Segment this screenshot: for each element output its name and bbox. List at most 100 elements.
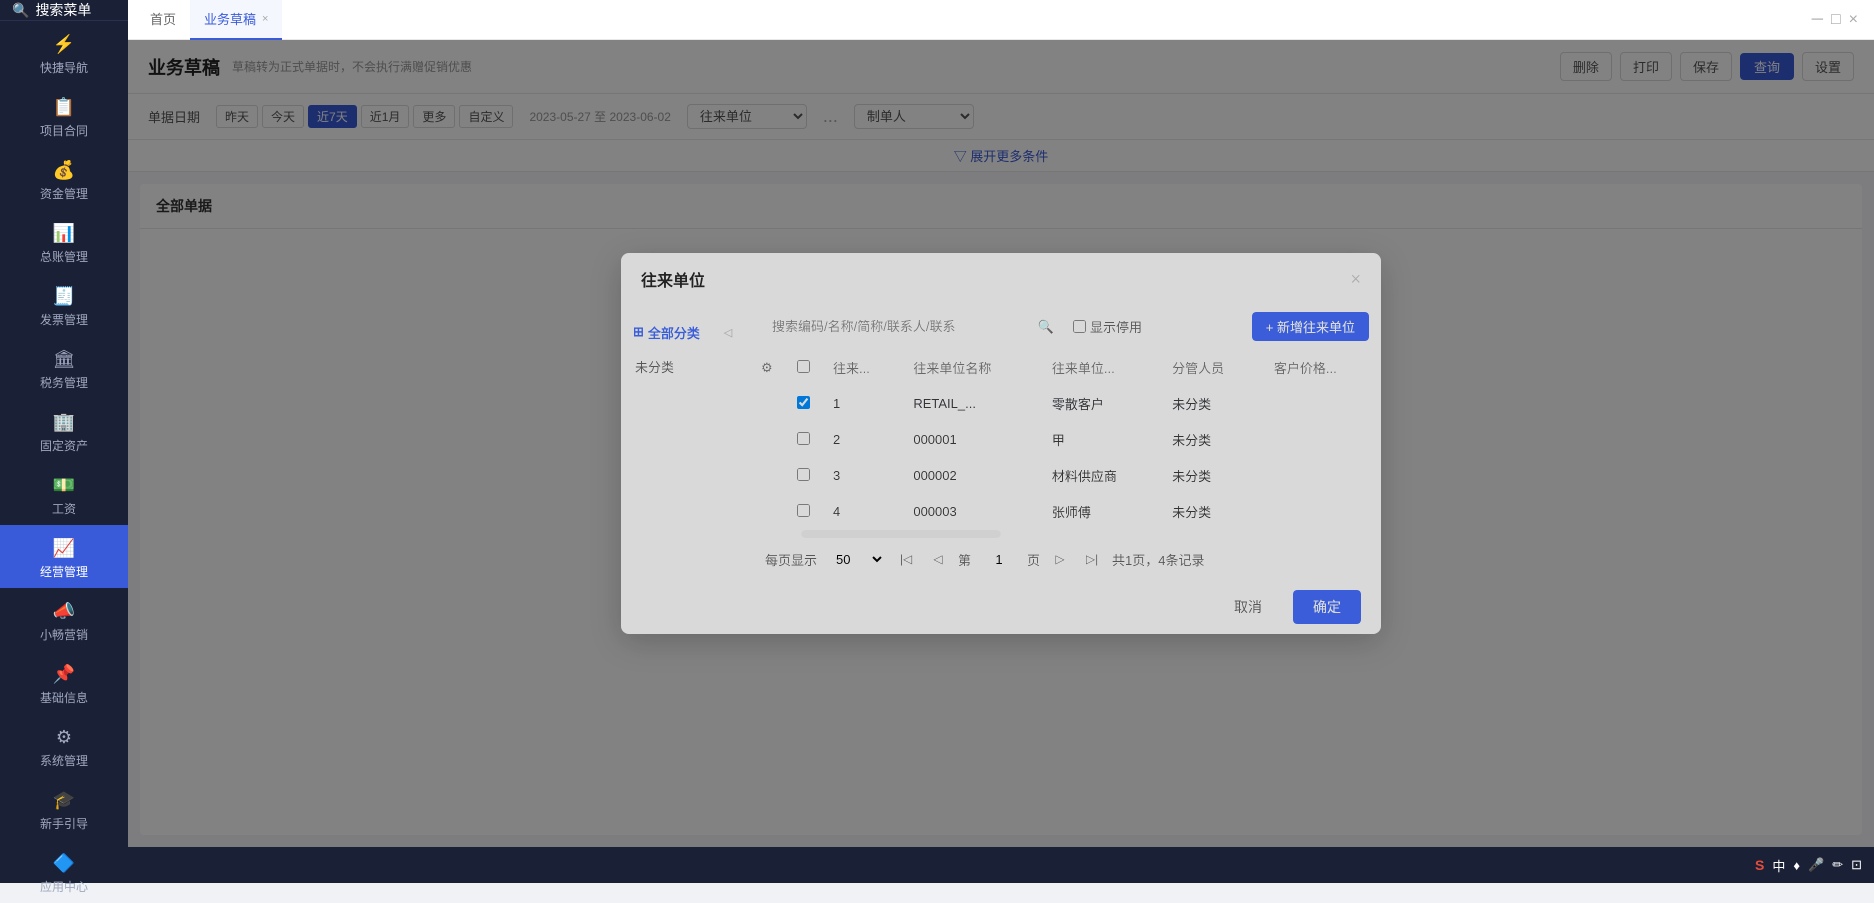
table-row[interactable]: 4 000003 张师傅 未分类 xyxy=(751,494,1381,530)
modal-main: 🔍 显示停用 + 新增往来单位 xyxy=(751,304,1381,579)
window-minimize-btn[interactable]: ─ xyxy=(1812,11,1823,29)
sidebar-search[interactable]: 🔍 搜索菜单 xyxy=(0,0,128,21)
col-checkbox-header[interactable] xyxy=(787,350,823,386)
table-row[interactable]: 1 RETAIL_... 零散客户 未分类 xyxy=(751,386,1381,422)
taskbar-item-4[interactable]: ✏ xyxy=(1832,857,1843,873)
row-3-no: 3 xyxy=(823,458,903,494)
row-1-settings xyxy=(751,386,787,422)
modal-header: 往来单位 × xyxy=(621,253,1381,304)
sidebar-item-assets[interactable]: 🏢 固定资产 xyxy=(0,399,128,462)
tab-draft[interactable]: 业务草稿 × xyxy=(190,0,282,40)
row-checkbox[interactable] xyxy=(797,432,810,445)
page-first-button[interactable]: |◁ xyxy=(894,547,918,571)
page-prev-button[interactable]: ◁ xyxy=(926,547,950,571)
taskbar-item-3[interactable]: 🎤 xyxy=(1808,857,1824,873)
page-next-button[interactable]: ▷ xyxy=(1048,547,1072,571)
add-partner-button[interactable]: + 新增往来单位 xyxy=(1252,312,1369,341)
sidebar-item-label: 项目合同 xyxy=(40,122,88,139)
system-icon: ⚙ xyxy=(53,726,75,748)
taskbar-item-5[interactable]: ⊡ xyxy=(1851,857,1862,873)
tab-home[interactable]: 首页 xyxy=(136,0,190,40)
sidebar-item-payroll[interactable]: 💵 工资 xyxy=(0,462,128,525)
sidebar-item-marketing[interactable]: 📣 小畅营销 xyxy=(0,588,128,651)
sidebar-item-label: 小畅营销 xyxy=(40,626,88,643)
page-label: 第 xyxy=(958,550,971,569)
window-close-btn[interactable]: × xyxy=(1849,11,1858,29)
modal-title: 往来单位 xyxy=(641,267,705,291)
modal-close-button[interactable]: × xyxy=(1350,270,1361,288)
sidebar-item-tax[interactable]: 🏛 税务管理 xyxy=(0,336,128,399)
modal-actions: 取消 确定 xyxy=(621,579,1381,634)
row-2-name: 甲 xyxy=(1042,422,1162,458)
page-number-input[interactable] xyxy=(979,549,1019,570)
modal-sidebar-uncategorized[interactable]: 未分类 xyxy=(621,350,750,383)
search-input[interactable] xyxy=(772,319,1038,334)
row-4-code: 000003 xyxy=(903,494,1042,530)
sidebar-item-label: 工资 xyxy=(52,500,76,517)
sidebar-item-system[interactable]: ⚙ 系统管理 xyxy=(0,714,128,777)
pagination-row: 每页显示 50 |◁ ◁ 第 页 ▷ ▷| 共1页，4条记录 xyxy=(751,538,1381,579)
sidebar-item-project-contract[interactable]: 📋 项目合同 xyxy=(0,84,128,147)
basic-icon: 📌 xyxy=(53,663,75,685)
search-icon: 🔍 xyxy=(1038,319,1054,335)
row-4-checkbox[interactable] xyxy=(787,494,823,530)
sidebar-item-label: 快捷导航 xyxy=(40,59,88,76)
grid-icon: ⊞ xyxy=(633,324,644,340)
taskbar-item-1[interactable]: 中 xyxy=(1772,856,1785,875)
accounts-icon: 📊 xyxy=(53,222,75,244)
show-disabled-toggle[interactable]: 显示停用 xyxy=(1073,317,1142,336)
sidebar-item-quick-nav[interactable]: ⚡ 快捷导航 xyxy=(0,21,128,84)
row-1-code: RETAIL_... xyxy=(903,386,1042,422)
col-manager-header: 分管人员 xyxy=(1162,350,1264,386)
sidebar-item-invoice[interactable]: 🧾 发票管理 xyxy=(0,273,128,336)
confirm-button[interactable]: 确定 xyxy=(1293,590,1361,624)
row-3-settings xyxy=(751,458,787,494)
row-2-no: 2 xyxy=(823,422,903,458)
table-row[interactable]: 2 000001 甲 未分类 xyxy=(751,422,1381,458)
modal-table: ⚙ 往来... 往来单位名称 往来单位... 分管人员 客户价格... xyxy=(751,350,1381,530)
horizontal-scrollbar[interactable] xyxy=(751,530,1381,538)
modal-search-box[interactable]: 🔍 xyxy=(763,315,1063,339)
sidebar-item-label: 基础信息 xyxy=(40,689,88,706)
project-icon: 📋 xyxy=(53,96,75,118)
row-checkbox[interactable] xyxy=(797,504,810,517)
sidebar-item-label: 总账管理 xyxy=(40,248,88,265)
cancel-button[interactable]: 取消 xyxy=(1213,590,1283,624)
content-area: 业务草稿 草稿转为正式单据时，不会执行满赠促销优惠 删除 打印 保存 查询 设置… xyxy=(128,40,1874,847)
sidebar-item-app[interactable]: 🔷 应用中心 xyxy=(0,840,128,903)
sidebar-item-accounts[interactable]: 📊 总账管理 xyxy=(0,210,128,273)
row-checkbox[interactable] xyxy=(797,468,810,481)
sidebar-item-capital[interactable]: 💰 资金管理 xyxy=(0,147,128,210)
row-3-name: 材料供应商 xyxy=(1042,458,1162,494)
sidebar-collapse-button[interactable]: ◁ xyxy=(718,322,738,342)
modal-sidebar-all-label: 全部分类 xyxy=(648,323,700,342)
tab-close-icon[interactable]: × xyxy=(262,13,268,25)
taskbar: S 中 ♦ 🎤 ✏ ⊡ xyxy=(128,847,1874,883)
sidebar-item-basic[interactable]: 📌 基础信息 xyxy=(0,651,128,714)
window-maximize-btn[interactable]: □ xyxy=(1831,11,1841,29)
sidebar: 🔍 搜索菜单 ⚡ 快捷导航 📋 项目合同 💰 资金管理 📊 总账管理 🧾 发票管… xyxy=(0,0,128,883)
modal-overlay: 往来单位 × ⊞ 全部分类 ◁ 未分类 xyxy=(128,40,1874,847)
show-disabled-checkbox[interactable] xyxy=(1073,320,1086,333)
modal-sidebar: ⊞ 全部分类 ◁ 未分类 xyxy=(621,304,751,579)
row-3-checkbox[interactable] xyxy=(787,458,823,494)
row-checkbox[interactable] xyxy=(797,396,810,409)
ops-icon: 📈 xyxy=(53,537,75,559)
row-2-checkbox[interactable] xyxy=(787,422,823,458)
uncategorized-label: 未分类 xyxy=(635,360,674,375)
table-row[interactable]: 3 000002 材料供应商 未分类 xyxy=(751,458,1381,494)
modal-sidebar-all[interactable]: ⊞ 全部分类 ◁ xyxy=(621,314,750,350)
row-3-code: 000002 xyxy=(903,458,1042,494)
col-settings: ⚙ xyxy=(751,350,787,386)
scroll-thumb[interactable] xyxy=(801,530,1001,538)
sidebar-item-guide[interactable]: 🎓 新手引导 xyxy=(0,777,128,840)
col-price-header: 客户价格... xyxy=(1264,350,1381,386)
page-last-button[interactable]: ▷| xyxy=(1080,547,1104,571)
sidebar-search-label: 搜索菜单 xyxy=(35,0,91,20)
select-all-checkbox[interactable] xyxy=(797,360,810,373)
quick-nav-icon: ⚡ xyxy=(53,33,75,55)
per-page-select[interactable]: 50 xyxy=(825,548,886,571)
sidebar-item-ops[interactable]: 📈 经营管理 xyxy=(0,525,128,588)
taskbar-item-2[interactable]: ♦ xyxy=(1793,858,1800,873)
row-1-checkbox[interactable] xyxy=(787,386,823,422)
